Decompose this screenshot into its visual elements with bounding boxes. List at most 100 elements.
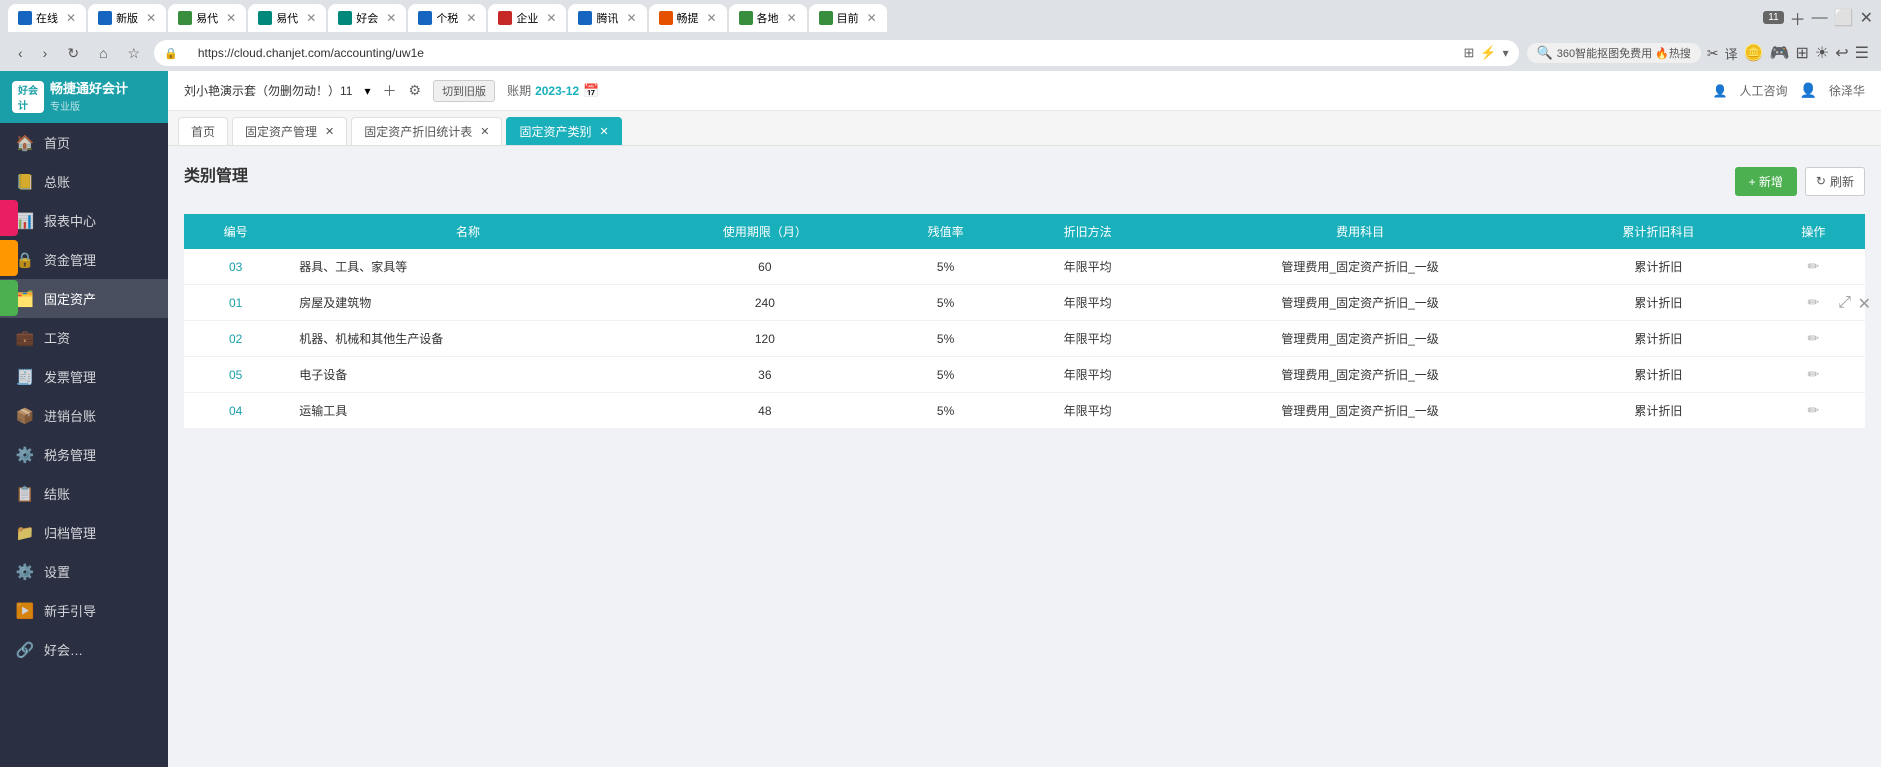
edit-icon[interactable]: ✏ bbox=[1807, 366, 1819, 382]
side-icon-bot[interactable] bbox=[0, 280, 18, 316]
edit-icon[interactable]: ✏ bbox=[1807, 330, 1819, 346]
page-tab-close-icon[interactable]: ✕ bbox=[325, 125, 334, 138]
settings-icon[interactable]: ⚙ bbox=[409, 82, 422, 99]
page-tab-2[interactable]: 固定资产折旧统计表✕ bbox=[351, 117, 502, 145]
page-tab-1[interactable]: 固定资产管理✕ bbox=[232, 117, 347, 145]
browser-tab-6[interactable]: 企业✕ bbox=[488, 4, 566, 32]
sidebar-item-invoice[interactable]: 🧾发票管理 bbox=[0, 357, 168, 396]
boost-icon[interactable]: ⚡ bbox=[1480, 45, 1496, 61]
edit-icon[interactable]: ✏ bbox=[1807, 402, 1819, 418]
tab-close-icon[interactable]: ✕ bbox=[546, 11, 556, 25]
sidebar-item-home[interactable]: 🏠首页 bbox=[0, 123, 168, 162]
reload-button[interactable]: ↻ bbox=[61, 43, 85, 64]
page-tab-3[interactable]: 固定资产类别✕ bbox=[506, 117, 621, 145]
side-icon-top[interactable] bbox=[0, 200, 18, 236]
tab-close-icon[interactable]: ✕ bbox=[466, 11, 476, 25]
cell-code[interactable]: 03 bbox=[184, 249, 287, 285]
tab-close-icon[interactable]: ✕ bbox=[226, 11, 236, 25]
tab-close-icon[interactable]: ✕ bbox=[386, 11, 396, 25]
browser-tab-0[interactable]: 在线✕ bbox=[8, 4, 86, 32]
sidebar-item-salary[interactable]: 💼工资 bbox=[0, 318, 168, 357]
back-button[interactable]: ‹ bbox=[12, 43, 29, 63]
tab-close-icon[interactable]: ✕ bbox=[626, 11, 636, 25]
menu-icon[interactable]: ☰ bbox=[1855, 43, 1869, 63]
browser-tab-10[interactable]: 目前✕ bbox=[809, 4, 887, 32]
game-icon[interactable]: 🎮 bbox=[1770, 43, 1790, 63]
browser-tab-2[interactable]: 易代✕ bbox=[168, 4, 246, 32]
sidebar-item-ledger[interactable]: 📒总账 bbox=[0, 162, 168, 201]
table-row: 01 房屋及建筑物 240 5% 年限平均 管理费用_固定资产折旧_一级 累计折… bbox=[184, 285, 1865, 321]
sidebar-item-funds[interactable]: 🔒资金管理 bbox=[0, 240, 168, 279]
browser-tab-4[interactable]: 好会✕ bbox=[328, 4, 406, 32]
cell-code[interactable]: 05 bbox=[184, 357, 287, 393]
brightness-icon[interactable]: ☀ bbox=[1815, 43, 1829, 63]
sidebar-item-reports[interactable]: 📊报表中心 bbox=[0, 201, 168, 240]
translate-icon[interactable]: 译 bbox=[1725, 44, 1738, 63]
sidebar-item-guide[interactable]: ▶️新手引导 bbox=[0, 591, 168, 630]
cell-code[interactable]: 01 bbox=[184, 285, 287, 321]
home-button[interactable]: ⌂ bbox=[93, 43, 113, 63]
restore-icon[interactable]: ⬜ bbox=[1834, 8, 1854, 28]
sidebar-item-more[interactable]: 🔗好会… bbox=[0, 630, 168, 669]
sidebar-item-fixed-assets[interactable]: 🗂️固定资产 bbox=[0, 279, 168, 318]
browser-tab-1[interactable]: 新版✕ bbox=[88, 4, 166, 32]
edit-icon[interactable]: ✏ bbox=[1807, 258, 1819, 274]
cut-icon[interactable]: ✂ bbox=[1707, 45, 1719, 62]
old-version-button[interactable]: 切到旧版 bbox=[433, 80, 495, 102]
side-icon-mid[interactable] bbox=[0, 240, 18, 276]
cell-expense: 管理费用_固定资产折旧_一级 bbox=[1165, 285, 1555, 321]
add-button[interactable]: + 新增 bbox=[1735, 167, 1797, 196]
support-label[interactable]: 人工咨询 bbox=[1740, 82, 1788, 99]
browser-tab-8[interactable]: 畅提 ✕ bbox=[649, 4, 727, 32]
cell-action[interactable]: ✏ bbox=[1762, 393, 1865, 429]
cell-action[interactable]: ✏ bbox=[1762, 249, 1865, 285]
calendar-icon[interactable]: 📅 bbox=[583, 83, 599, 99]
sidebar-item-checkout[interactable]: 📋结账 bbox=[0, 474, 168, 513]
forward-button[interactable]: › bbox=[37, 43, 54, 63]
cell-code[interactable]: 02 bbox=[184, 321, 287, 357]
dropdown-icon[interactable]: ▾ bbox=[1503, 46, 1509, 60]
table-row: 04 运输工具 48 5% 年限平均 管理费用_固定资产折旧_一级 累计折旧 ✏ bbox=[184, 393, 1865, 429]
dropdown-arrow[interactable]: ▾ bbox=[364, 84, 370, 98]
close-window-icon[interactable]: ✕ bbox=[1860, 8, 1873, 28]
browser-tab-7[interactable]: 腾讯✕ bbox=[568, 4, 646, 32]
bookmark-button[interactable]: ☆ bbox=[122, 43, 147, 64]
sidebar-item-settings[interactable]: ⚙️设置 bbox=[0, 552, 168, 591]
browser-tab-5[interactable]: 个税✕ bbox=[408, 4, 486, 32]
new-tab-icon[interactable]: ＋ bbox=[1790, 6, 1806, 30]
tab-close-icon[interactable]: ✕ bbox=[707, 11, 717, 25]
page-tab-close-icon[interactable]: ✕ bbox=[480, 125, 489, 138]
close-panel-button[interactable]: ✕ bbox=[1858, 294, 1871, 314]
sidebar-item-tax[interactable]: ⚙️税务管理 bbox=[0, 435, 168, 474]
address-input[interactable] bbox=[184, 40, 1458, 66]
minimize-icon[interactable]: — bbox=[1812, 9, 1828, 27]
tab-label: 畅提 bbox=[677, 10, 699, 26]
cell-action[interactable]: ✏ bbox=[1762, 357, 1865, 393]
page-tab-0[interactable]: 首页 bbox=[178, 117, 228, 145]
expand-button[interactable]: ⤢ bbox=[1838, 294, 1851, 312]
browser-tab-3[interactable]: 易代✕ bbox=[248, 4, 326, 32]
sidebar-item-archive[interactable]: 📁归档管理 bbox=[0, 513, 168, 552]
coin-icon[interactable]: 🪙 bbox=[1744, 43, 1764, 63]
tab-close-icon[interactable]: ✕ bbox=[867, 11, 877, 25]
grid-icon[interactable]: ⊞ bbox=[1796, 43, 1809, 63]
edit-icon[interactable]: ✏ bbox=[1807, 294, 1819, 310]
sidebar-item-inventory[interactable]: 📦进销台账 bbox=[0, 396, 168, 435]
tab-close-icon[interactable]: ✕ bbox=[306, 11, 316, 25]
tab-close-icon[interactable]: ✕ bbox=[66, 11, 76, 25]
undo-icon[interactable]: ↩ bbox=[1835, 43, 1848, 63]
cell-code[interactable]: 04 bbox=[184, 393, 287, 429]
topbar-period: 账期 2023-12 📅 bbox=[507, 82, 599, 99]
device-icon[interactable]: ⊞ bbox=[1463, 45, 1474, 61]
table-header-6: 累计折旧科目 bbox=[1555, 214, 1762, 249]
add-icon[interactable]: ＋ bbox=[383, 81, 397, 101]
tab-close-icon[interactable]: ✕ bbox=[787, 11, 797, 25]
cell-action[interactable]: ✏ bbox=[1762, 321, 1865, 357]
cell-period: 36 bbox=[649, 357, 881, 393]
table-header-5: 费用科目 bbox=[1165, 214, 1555, 249]
tab-close-icon[interactable]: ✕ bbox=[146, 11, 156, 25]
refresh-button[interactable]: ↻ 刷新 bbox=[1805, 167, 1865, 196]
page-tab-close-icon[interactable]: ✕ bbox=[600, 125, 609, 138]
sidebar-icon-ledger: 📒 bbox=[16, 173, 34, 191]
browser-tab-9[interactable]: 各地✕ bbox=[729, 4, 807, 32]
